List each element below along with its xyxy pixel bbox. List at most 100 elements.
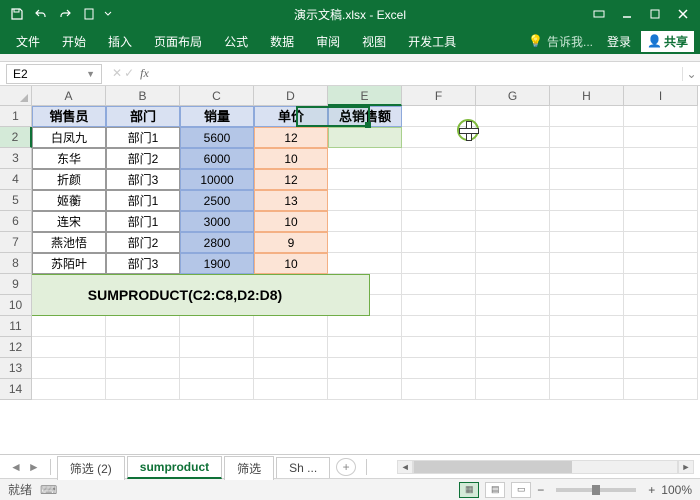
row-header-6[interactable]: 6: [0, 211, 32, 232]
cell-A4[interactable]: 折颜: [32, 169, 106, 190]
undo-icon[interactable]: [30, 3, 52, 25]
cell-I8[interactable]: [624, 253, 698, 274]
tab-view[interactable]: 视图: [352, 29, 396, 54]
close-icon[interactable]: [670, 3, 696, 25]
row-header-10[interactable]: 10: [0, 295, 32, 316]
cell-F3[interactable]: [402, 148, 476, 169]
cell-E12[interactable]: [328, 337, 402, 358]
cell-B11[interactable]: [106, 316, 180, 337]
view-normal-icon[interactable]: ▦: [459, 482, 479, 498]
save-icon[interactable]: [6, 3, 28, 25]
cell-A3[interactable]: 东华: [32, 148, 106, 169]
cell-G12[interactable]: [476, 337, 550, 358]
cell-H12[interactable]: [550, 337, 624, 358]
login-button[interactable]: 登录: [601, 29, 637, 54]
cell-H4[interactable]: [550, 169, 624, 190]
col-header-D[interactable]: D: [254, 86, 328, 106]
cell-I13[interactable]: [624, 358, 698, 379]
new-icon[interactable]: [78, 3, 100, 25]
col-header-B[interactable]: B: [106, 86, 180, 106]
zoom-in-icon[interactable]: +: [648, 483, 655, 497]
cell-E4[interactable]: [328, 169, 402, 190]
cell-D12[interactable]: [254, 337, 328, 358]
cell-G7[interactable]: [476, 232, 550, 253]
cell-A12[interactable]: [32, 337, 106, 358]
scroll-left-icon[interactable]: ◄: [397, 460, 413, 474]
cell-I12[interactable]: [624, 337, 698, 358]
cell-G11[interactable]: [476, 316, 550, 337]
select-all-corner[interactable]: [0, 86, 32, 106]
cell-A7[interactable]: 燕池悟: [32, 232, 106, 253]
cell-E6[interactable]: [328, 211, 402, 232]
tab-review[interactable]: 审阅: [306, 29, 350, 54]
cell-D4[interactable]: 12: [254, 169, 328, 190]
tab-home[interactable]: 开始: [52, 29, 96, 54]
cell-B14[interactable]: [106, 379, 180, 400]
row-header-5[interactable]: 5: [0, 190, 32, 211]
row-header-8[interactable]: 8: [0, 253, 32, 274]
cell-D11[interactable]: [254, 316, 328, 337]
cell-G2[interactable]: [476, 127, 550, 148]
tab-layout[interactable]: 页面布局: [144, 29, 212, 54]
redo-icon[interactable]: [54, 3, 76, 25]
sheet-nav[interactable]: ◄►: [6, 460, 44, 474]
cell-B5[interactable]: 部门1: [106, 190, 180, 211]
cell-F14[interactable]: [402, 379, 476, 400]
cell-B1[interactable]: 部门: [106, 106, 180, 127]
sheet-tab-3[interactable]: 筛选: [224, 456, 274, 480]
cell-F4[interactable]: [402, 169, 476, 190]
tab-data[interactable]: 数据: [260, 29, 304, 54]
cell-F9[interactable]: [402, 274, 476, 295]
cell-H11[interactable]: [550, 316, 624, 337]
cell-E1[interactable]: 总销售额: [328, 106, 402, 127]
cell-A6[interactable]: 连宋: [32, 211, 106, 232]
cell-D8[interactable]: 10: [254, 253, 328, 274]
cell-C14[interactable]: [180, 379, 254, 400]
cell-C4[interactable]: 10000: [180, 169, 254, 190]
cell-I5[interactable]: [624, 190, 698, 211]
cell-A1[interactable]: 销售员: [32, 106, 106, 127]
row-header-9[interactable]: 9: [0, 274, 32, 295]
cell-A5[interactable]: 姬蘅: [32, 190, 106, 211]
chevron-down-icon[interactable]: ▼: [86, 69, 95, 79]
cell-B6[interactable]: 部门1: [106, 211, 180, 232]
cell-C3[interactable]: 6000: [180, 148, 254, 169]
cell-G9[interactable]: [476, 274, 550, 295]
cell-E5[interactable]: [328, 190, 402, 211]
row-header-11[interactable]: 11: [0, 316, 32, 337]
cell-C6[interactable]: 3000: [180, 211, 254, 232]
cell-I2[interactable]: [624, 127, 698, 148]
ribbon-options-icon[interactable]: [586, 3, 612, 25]
cell-C7[interactable]: 2800: [180, 232, 254, 253]
tab-formulas[interactable]: 公式: [214, 29, 258, 54]
cell-H6[interactable]: [550, 211, 624, 232]
cell-B2[interactable]: 部门1: [106, 127, 180, 148]
cell-D6[interactable]: 10: [254, 211, 328, 232]
name-box[interactable]: E2▼: [6, 64, 102, 84]
view-break-icon[interactable]: ▭: [511, 482, 531, 498]
cell-I3[interactable]: [624, 148, 698, 169]
cell-B8[interactable]: 部门3: [106, 253, 180, 274]
cell-D3[interactable]: 10: [254, 148, 328, 169]
formula-bar[interactable]: [153, 64, 682, 84]
cell-G14[interactable]: [476, 379, 550, 400]
add-sheet-icon[interactable]: +: [336, 458, 356, 476]
cell-C5[interactable]: 2500: [180, 190, 254, 211]
cell-H14[interactable]: [550, 379, 624, 400]
cell-D7[interactable]: 9: [254, 232, 328, 253]
cell-E8[interactable]: [328, 253, 402, 274]
col-header-E[interactable]: E: [328, 86, 402, 106]
cell-D2[interactable]: 12: [254, 127, 328, 148]
cell-G6[interactable]: [476, 211, 550, 232]
col-header-A[interactable]: A: [32, 86, 106, 106]
tell-me[interactable]: 💡告诉我...: [524, 31, 597, 52]
cell-H13[interactable]: [550, 358, 624, 379]
cell-F12[interactable]: [402, 337, 476, 358]
zoom-out-icon[interactable]: −: [537, 483, 544, 497]
zoom-slider[interactable]: [556, 488, 636, 492]
sheet-tab-4[interactable]: Sh ...: [276, 457, 330, 478]
row-header-4[interactable]: 4: [0, 169, 32, 190]
view-layout-icon[interactable]: ▤: [485, 482, 505, 498]
expand-formula-icon[interactable]: ⌄: [682, 67, 700, 81]
cell-A11[interactable]: [32, 316, 106, 337]
